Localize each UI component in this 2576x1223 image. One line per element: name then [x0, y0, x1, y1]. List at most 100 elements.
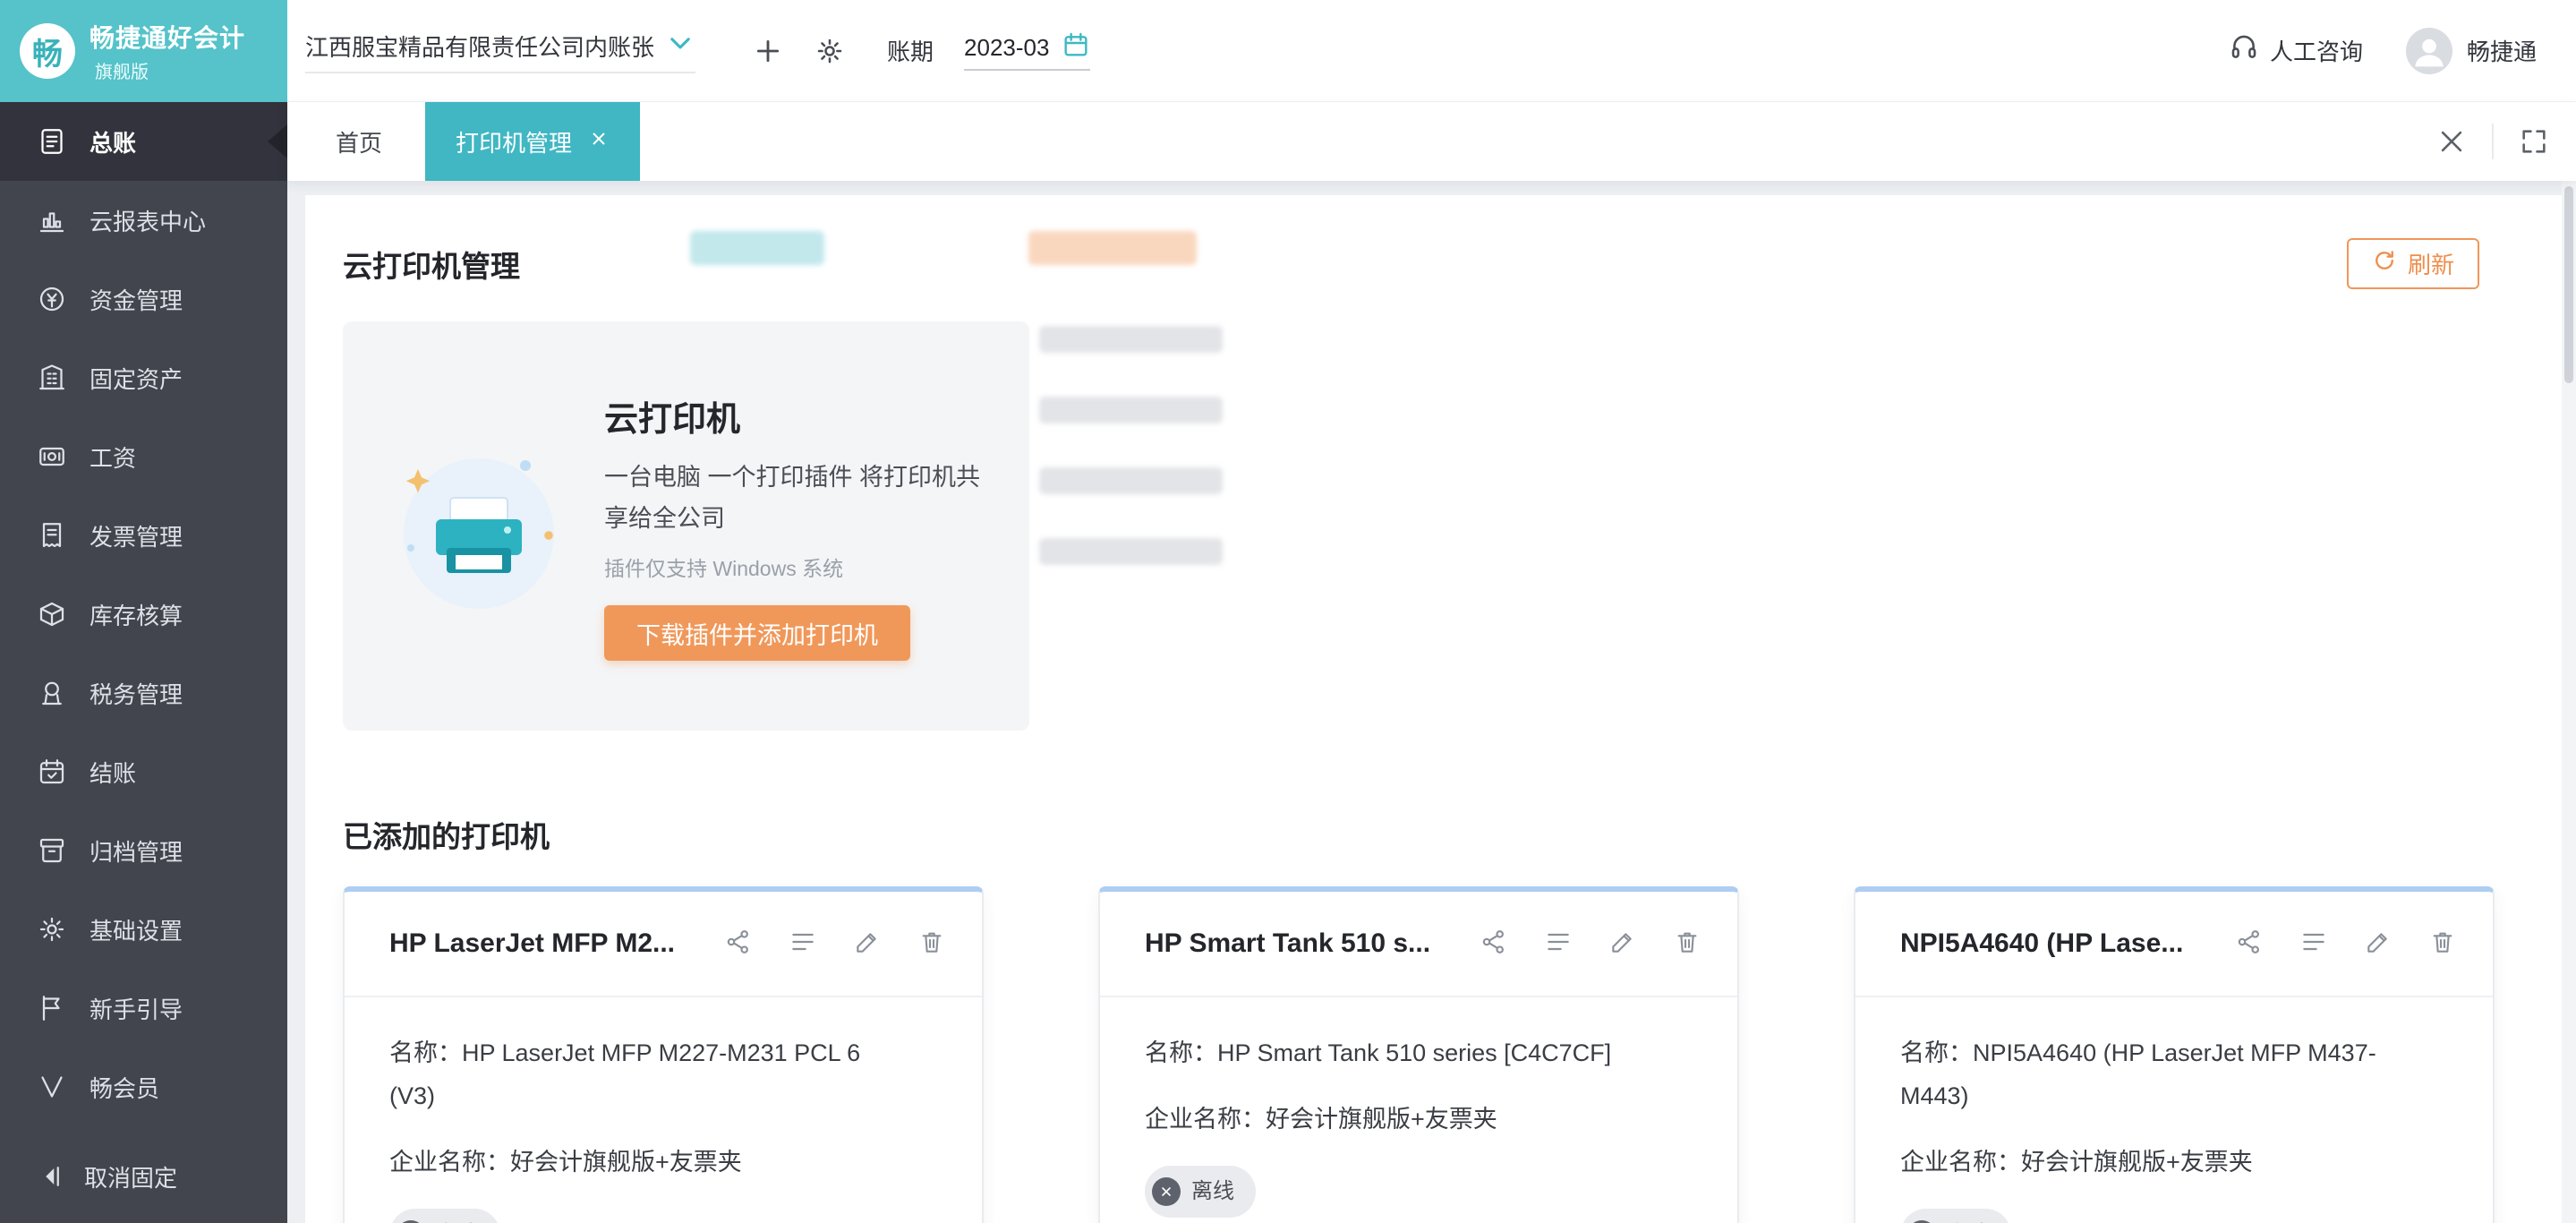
printer-company-label: 企业名称：: [389, 1149, 510, 1176]
delete-icon[interactable]: [917, 928, 946, 961]
page-title: 云打印机管理: [343, 249, 520, 283]
sidebar-item-payroll[interactable]: 工资: [0, 417, 287, 496]
box-icon: [36, 598, 68, 630]
funds-coin-icon: [36, 283, 68, 315]
add-account-button[interactable]: [753, 36, 783, 66]
sidebar: 畅 畅捷通好会计 旗舰版 总账 云报表中心 资金管理 固定资产 工资 发票管理 …: [0, 0, 287, 1223]
share-icon[interactable]: [724, 928, 753, 961]
printer-card: NPI5A4640 (HP Lase... 名称：NPI5A4640 (HP L…: [1854, 886, 2495, 1223]
tab-printer-management[interactable]: 打印机管理: [425, 102, 641, 181]
unpin-label: 取消固定: [84, 1164, 178, 1192]
content-area: 云打印机管理 刷新 云打印机 一台电脑 一个打印插件 将打印机共享给全公司 插件…: [287, 181, 2576, 1223]
refresh-label: 刷新: [2407, 252, 2454, 278]
sidebar-item-guide[interactable]: 新手引导: [0, 969, 287, 1048]
close-tab-icon[interactable]: [588, 128, 610, 156]
sidebar-item-label: 总账: [90, 129, 137, 157]
printer-management-panel: 云打印机管理 刷新 云打印机 一台电脑 一个打印插件 将打印机共享给全公司 插件…: [305, 195, 2562, 1223]
sidebar-item-funds[interactable]: 资金管理: [0, 260, 287, 338]
printer-name-label: 名称：: [1145, 1039, 1217, 1066]
sidebar-item-label: 结账: [90, 759, 137, 787]
printer-company-value: 好会计旗舰版+友票夹: [1266, 1106, 1497, 1133]
ledger-icon: [36, 125, 68, 158]
sidebar-item-tax[interactable]: 税务管理: [0, 654, 287, 732]
ghost-background-element: [1039, 538, 1223, 565]
printer-card: HP LaserJet MFP M2... 名称：HP LaserJet MFP…: [343, 886, 984, 1223]
app-window: 畅 畅捷通好会计 旗舰版 总账 云报表中心 资金管理 固定资产 工资 发票管理 …: [0, 0, 2576, 1223]
refresh-button[interactable]: 刷新: [2346, 238, 2479, 289]
printer-company-label: 企业名称：: [1145, 1106, 1266, 1133]
share-icon[interactable]: [2235, 928, 2264, 961]
flag-icon: [36, 992, 68, 1024]
sidebar-item-label: 云报表中心: [90, 208, 207, 235]
sidebar-item-inventory[interactable]: 库存核算: [0, 575, 287, 654]
headset-icon: [2229, 32, 2259, 69]
list-icon[interactable]: [2299, 928, 2328, 961]
status-badge: 离线: [389, 1209, 500, 1223]
list-icon[interactable]: [1544, 928, 1573, 961]
sidebar-item-label: 畅会员: [90, 1074, 160, 1102]
scrollbar-thumb[interactable]: [2564, 186, 2573, 383]
banknote-icon: [36, 440, 68, 473]
company-selector[interactable]: 江西服宝精品有限责任公司内账张: [305, 28, 696, 73]
list-icon[interactable]: [789, 928, 817, 961]
tab-home[interactable]: 首页: [305, 102, 414, 181]
tab-bar: 首页 打印机管理: [287, 102, 2576, 181]
download-plugin-button[interactable]: 下载插件并添加打印机: [604, 605, 910, 661]
archive-box-icon: [36, 834, 68, 867]
account-settings-button[interactable]: [814, 35, 846, 67]
offline-x-icon: [1152, 1177, 1181, 1206]
printer-company-value: 好会计旗舰版+友票夹: [2021, 1149, 2253, 1176]
sidebar-item-fixed-assets[interactable]: 固定资产: [0, 338, 287, 417]
avatar[interactable]: [2405, 27, 2452, 74]
banner-title: 云打印机: [604, 401, 741, 439]
delete-icon[interactable]: [1673, 928, 1702, 961]
sidebar-item-general-ledger[interactable]: 总账: [0, 102, 287, 181]
sidebar-item-invoice[interactable]: 发票管理: [0, 496, 287, 575]
top-bar: 江西服宝精品有限责任公司内账张 账期 2023-03 人工咨询 畅捷通: [287, 0, 2576, 102]
support-button[interactable]: 人工咨询: [2229, 32, 2363, 69]
share-icon[interactable]: [1480, 928, 1508, 961]
status-badge: 离线: [1145, 1166, 1256, 1218]
edit-icon[interactable]: [853, 928, 882, 961]
tab-actions-divider: [2492, 124, 2494, 159]
printer-card-name: NPI5A4640 (HP Lase...: [1900, 928, 2184, 958]
cloud-printer-banner: 云打印机 一台电脑 一个打印插件 将打印机共享给全公司 插件仅支持 Window…: [343, 321, 1029, 731]
delete-icon[interactable]: [2428, 928, 2457, 961]
brand-title: 畅捷通好会计: [90, 24, 246, 52]
tab-label: 打印机管理: [456, 129, 573, 157]
printer-card-list: HP LaserJet MFP M2... 名称：HP LaserJet MFP…: [343, 886, 2562, 1223]
edit-icon[interactable]: [1608, 928, 1637, 961]
unpin-sidebar-button[interactable]: 取消固定: [0, 1130, 287, 1223]
ghost-background-element: [1039, 397, 1223, 423]
sidebar-item-label: 工资: [90, 444, 137, 472]
ghost-background-element: [1039, 326, 1223, 353]
sidebar-item-archive[interactable]: 归档管理: [0, 811, 287, 890]
sidebar-item-settings[interactable]: 基础设置: [0, 890, 287, 969]
sidebar-item-label: 税务管理: [90, 680, 183, 708]
company-name: 江西服宝精品有限责任公司内账张: [305, 34, 655, 61]
edit-icon[interactable]: [2364, 928, 2393, 961]
username[interactable]: 畅捷通: [2467, 34, 2537, 67]
period-value: 2023-03: [964, 34, 1050, 61]
sidebar-item-cloud-reports[interactable]: 云报表中心: [0, 181, 287, 260]
calendar-check-icon: [36, 756, 68, 788]
building-icon: [36, 362, 68, 394]
chevron-down-icon: [665, 28, 695, 64]
printer-name-label: 名称：: [1900, 1039, 1973, 1066]
period-selector[interactable]: 2023-03: [964, 30, 1091, 71]
close-all-tabs-icon[interactable]: [2436, 126, 2467, 157]
printer-name-value: HP Smart Tank 510 series [C4C7CF]: [1217, 1039, 1612, 1066]
banner-note: 插件仅支持 Windows 系统: [604, 557, 844, 580]
fullscreen-icon[interactable]: [2519, 126, 2549, 157]
sidebar-item-label: 库存核算: [90, 602, 183, 629]
sidebar-item-label: 新手引导: [90, 996, 183, 1023]
printer-name-label: 名称：: [389, 1039, 462, 1066]
added-printers-title: 已添加的打印机: [343, 820, 550, 853]
scrollbar-track[interactable]: [2562, 181, 2576, 1223]
gear-icon: [36, 913, 68, 945]
support-label: 人工咨询: [2269, 38, 2363, 65]
sidebar-item-member[interactable]: 畅会员: [0, 1048, 287, 1126]
status-text: 离线: [1191, 1179, 1234, 1203]
sidebar-item-closing[interactable]: 结账: [0, 732, 287, 811]
member-v-icon: [36, 1071, 68, 1103]
